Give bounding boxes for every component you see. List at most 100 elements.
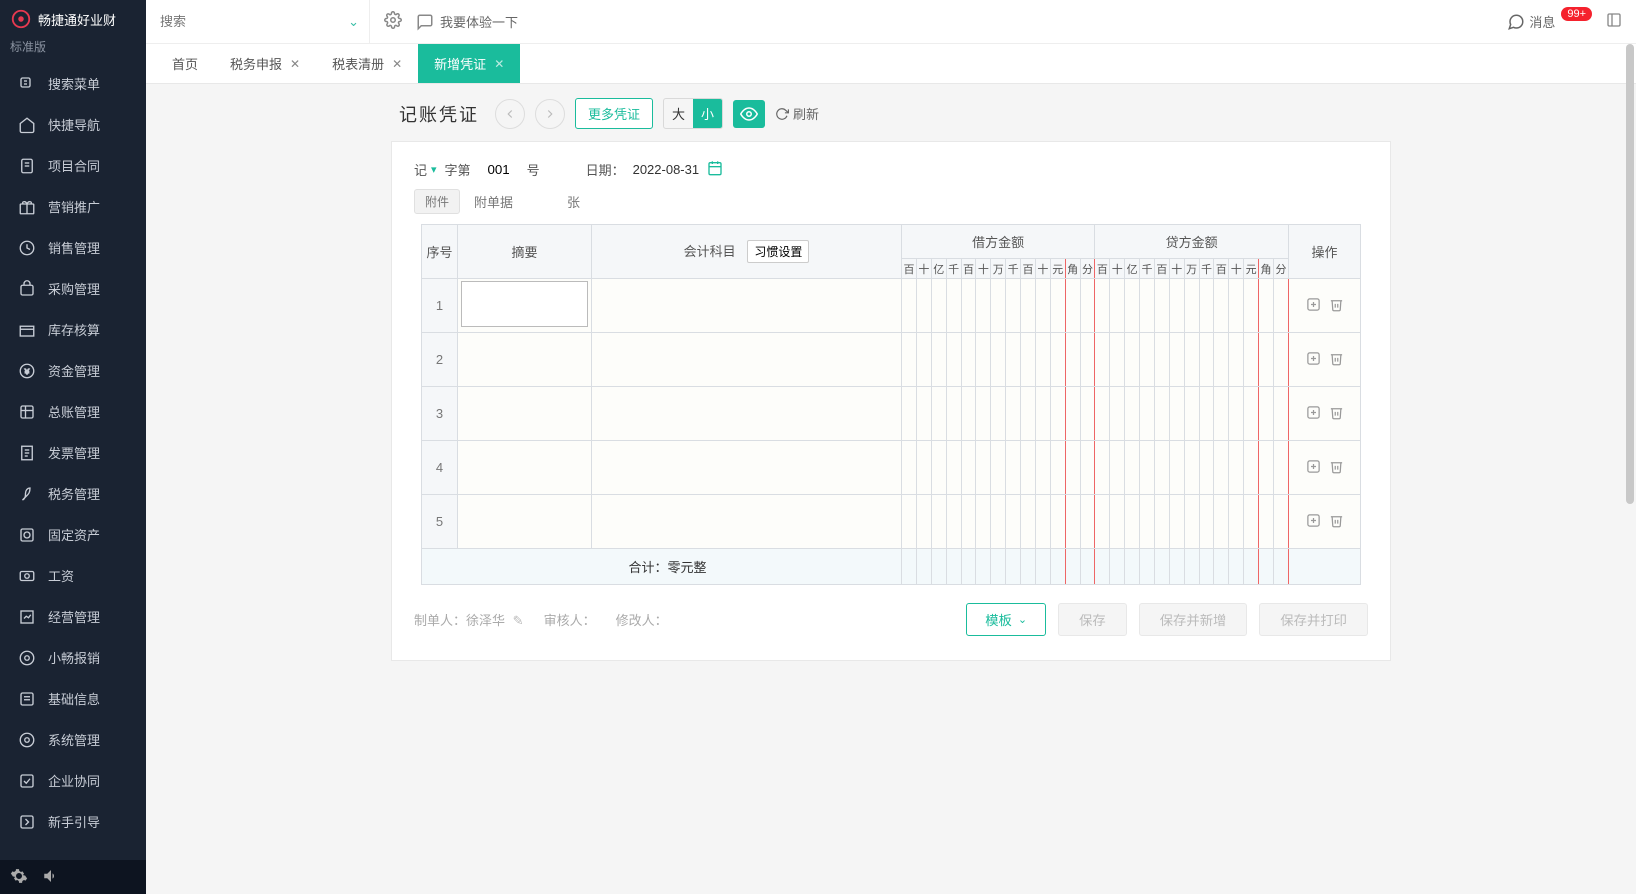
summary-cell[interactable] xyxy=(458,333,592,387)
amount-digit[interactable] xyxy=(931,441,946,495)
sidebar-item-16[interactable]: 系统管理 xyxy=(0,719,146,760)
amount-digit[interactable] xyxy=(1184,495,1199,549)
amount-digit[interactable] xyxy=(991,495,1006,549)
amount-digit[interactable] xyxy=(961,279,976,333)
amount-digit[interactable] xyxy=(1065,279,1080,333)
tab-0[interactable]: 首页 xyxy=(156,44,214,83)
delete-row-icon[interactable] xyxy=(1329,513,1344,531)
sidebar-item-8[interactable]: 总账管理 xyxy=(0,391,146,432)
amount-digit[interactable] xyxy=(1006,333,1021,387)
summary-input[interactable] xyxy=(461,281,589,327)
close-icon[interactable]: ✕ xyxy=(494,57,504,71)
amount-digit[interactable] xyxy=(976,495,991,549)
scrollbar-thumb[interactable] xyxy=(1626,44,1634,504)
amount-digit[interactable] xyxy=(931,387,946,441)
sidebar-item-6[interactable]: 库存核算 xyxy=(0,309,146,350)
amount-digit[interactable] xyxy=(1229,495,1244,549)
close-icon[interactable]: ✕ xyxy=(290,57,300,71)
amount-digit[interactable] xyxy=(1244,333,1259,387)
amount-digit[interactable] xyxy=(1095,333,1110,387)
amount-digit[interactable] xyxy=(1080,279,1095,333)
amount-digit[interactable] xyxy=(1095,441,1110,495)
amount-digit[interactable] xyxy=(1244,441,1259,495)
add-row-icon[interactable] xyxy=(1306,297,1321,315)
amount-digit[interactable] xyxy=(1273,495,1288,549)
tab-3[interactable]: 新增凭证✕ xyxy=(418,44,520,83)
template-button[interactable]: 模板⌄ xyxy=(966,603,1046,636)
amount-digit[interactable] xyxy=(1095,387,1110,441)
amount-digit[interactable] xyxy=(1050,279,1065,333)
amount-digit[interactable] xyxy=(1125,495,1140,549)
subject-cell[interactable] xyxy=(592,441,902,495)
amount-digit[interactable] xyxy=(1021,495,1036,549)
amount-digit[interactable] xyxy=(1110,333,1125,387)
amount-digit[interactable] xyxy=(1199,387,1214,441)
save-print-button[interactable]: 保存并打印 xyxy=(1259,603,1368,636)
amount-digit[interactable] xyxy=(931,333,946,387)
amount-digit[interactable] xyxy=(1199,441,1214,495)
amount-digit[interactable] xyxy=(1125,441,1140,495)
amount-digit[interactable] xyxy=(1229,279,1244,333)
gear-icon[interactable] xyxy=(384,11,402,32)
amount-digit[interactable] xyxy=(1065,333,1080,387)
amount-digit[interactable] xyxy=(916,495,931,549)
sidebar-item-9[interactable]: 发票管理 xyxy=(0,432,146,473)
next-voucher-button[interactable] xyxy=(535,99,565,129)
subject-cell[interactable] xyxy=(592,495,902,549)
subject-cell[interactable] xyxy=(592,387,902,441)
amount-digit[interactable] xyxy=(1169,279,1184,333)
delete-row-icon[interactable] xyxy=(1329,459,1344,477)
delete-row-icon[interactable] xyxy=(1329,297,1344,315)
amount-digit[interactable] xyxy=(1050,495,1065,549)
amount-digit[interactable] xyxy=(1273,441,1288,495)
voucher-number-input[interactable] xyxy=(479,162,519,178)
amount-digit[interactable] xyxy=(946,333,961,387)
amount-digit[interactable] xyxy=(1169,495,1184,549)
amount-digit[interactable] xyxy=(916,387,931,441)
amount-digit[interactable] xyxy=(916,333,931,387)
sidebar-item-17[interactable]: 企业协同 xyxy=(0,760,146,801)
amount-digit[interactable] xyxy=(946,441,961,495)
delete-row-icon[interactable] xyxy=(1329,351,1344,369)
amount-digit[interactable] xyxy=(1110,279,1125,333)
amount-digit[interactable] xyxy=(1154,279,1169,333)
amount-digit[interactable] xyxy=(1184,279,1199,333)
save-new-button[interactable]: 保存并新增 xyxy=(1139,603,1248,636)
sidebar-item-14[interactable]: 小畅报销 xyxy=(0,637,146,678)
amount-digit[interactable] xyxy=(1199,333,1214,387)
amount-digit[interactable] xyxy=(1169,387,1184,441)
sidebar-item-13[interactable]: 经营管理 xyxy=(0,596,146,637)
amount-digit[interactable] xyxy=(1154,387,1169,441)
preview-button[interactable] xyxy=(733,100,765,128)
amount-digit[interactable] xyxy=(1259,279,1274,333)
amount-digit[interactable] xyxy=(1080,441,1095,495)
amount-digit[interactable] xyxy=(1199,279,1214,333)
amount-digit[interactable] xyxy=(1110,441,1125,495)
amount-digit[interactable] xyxy=(1050,387,1065,441)
voucher-date[interactable]: 2022-08-31 xyxy=(633,162,700,177)
amount-digit[interactable] xyxy=(1035,333,1050,387)
amount-digit[interactable] xyxy=(1065,441,1080,495)
subject-cell[interactable] xyxy=(592,279,902,333)
amount-digit[interactable] xyxy=(1035,279,1050,333)
tab-1[interactable]: 税务申报✕ xyxy=(214,44,316,83)
amount-digit[interactable] xyxy=(1095,279,1110,333)
sidebar-item-10[interactable]: 税务管理 xyxy=(0,473,146,514)
amount-digit[interactable] xyxy=(1154,441,1169,495)
amount-digit[interactable] xyxy=(961,387,976,441)
tab-2[interactable]: 税表清册✕ xyxy=(316,44,418,83)
amount-digit[interactable] xyxy=(902,279,917,333)
save-button[interactable]: 保存 xyxy=(1058,603,1127,636)
amount-digit[interactable] xyxy=(946,495,961,549)
close-icon[interactable]: ✕ xyxy=(392,57,402,71)
amount-digit[interactable] xyxy=(961,441,976,495)
amount-digit[interactable] xyxy=(1140,495,1155,549)
amount-digit[interactable] xyxy=(1184,441,1199,495)
amount-digit[interactable] xyxy=(961,495,976,549)
sidebar-item-0[interactable]: 搜索菜单 xyxy=(0,63,146,104)
amount-digit[interactable] xyxy=(976,387,991,441)
amount-digit[interactable] xyxy=(1035,495,1050,549)
amount-digit[interactable] xyxy=(1214,495,1229,549)
amount-digit[interactable] xyxy=(1154,333,1169,387)
subject-cell[interactable] xyxy=(592,333,902,387)
